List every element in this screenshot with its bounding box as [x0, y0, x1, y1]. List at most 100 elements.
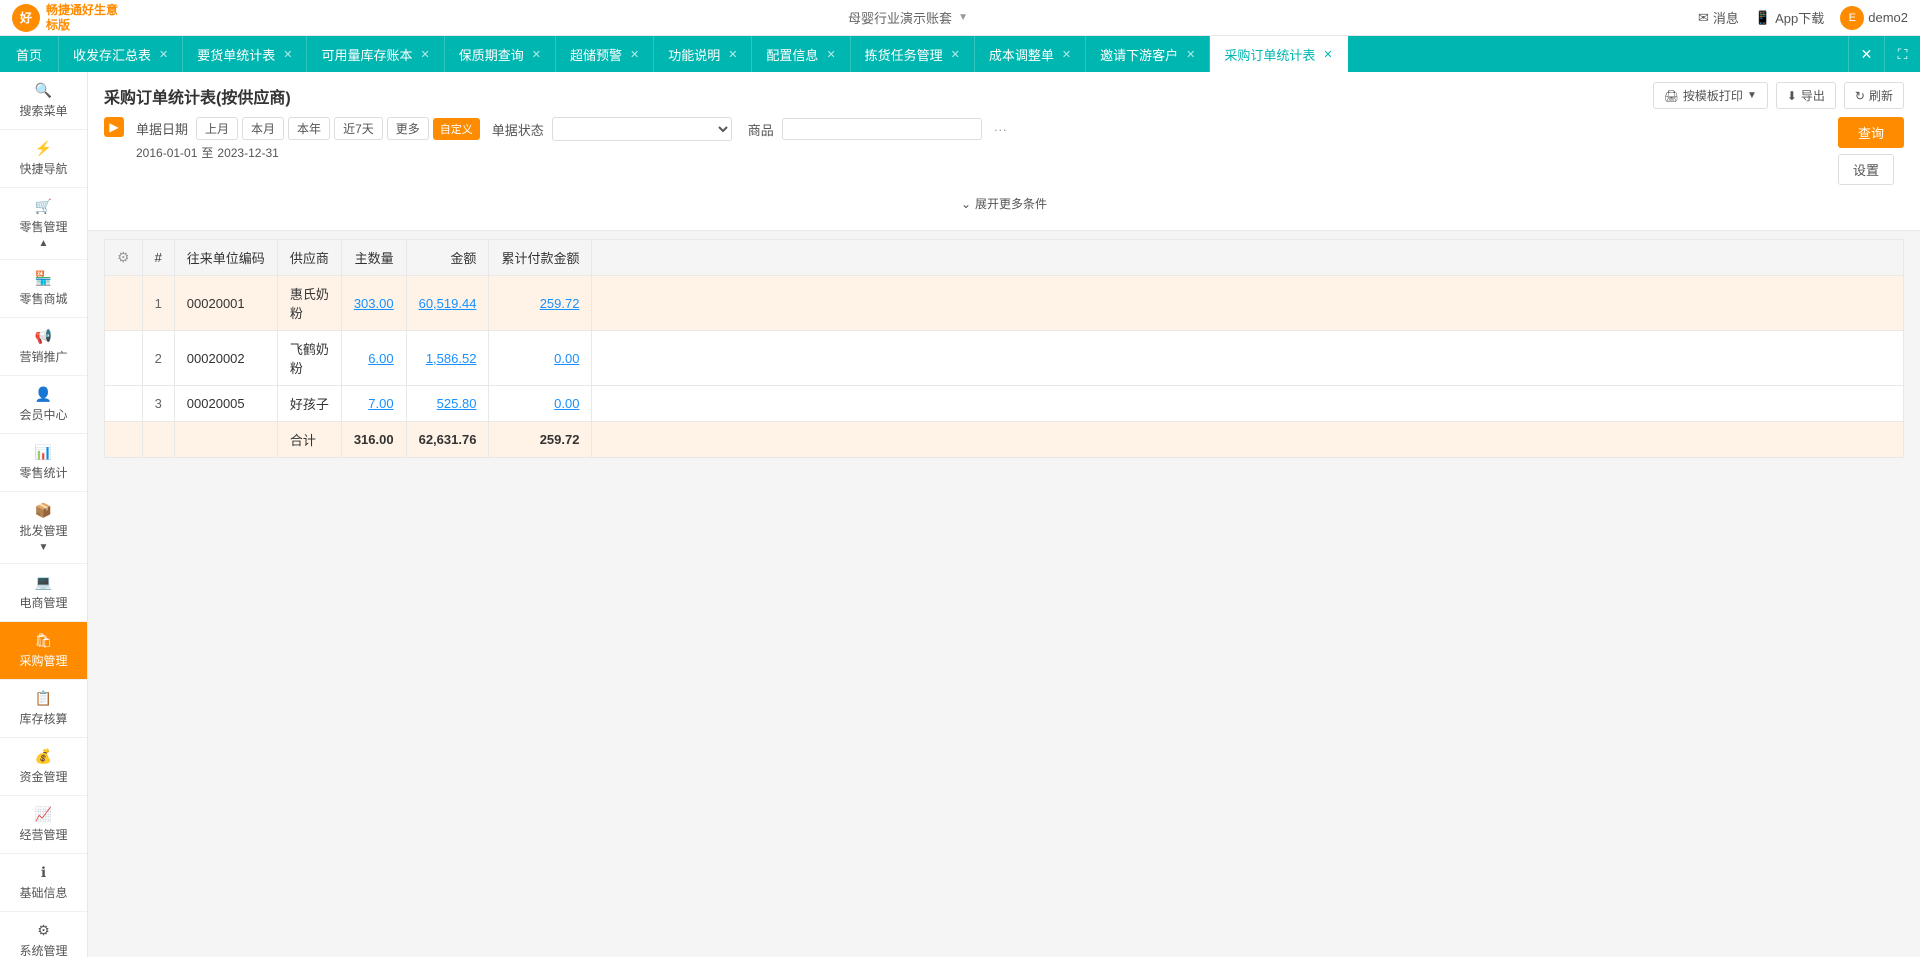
tab-yaohuo[interactable]: 要货单统计表 ✕ [183, 36, 307, 72]
filter-goods-label: 商品 [748, 120, 774, 139]
tab-shoufacun[interactable]: 收发存汇总表 ✕ [59, 36, 183, 72]
app-download-button[interactable]: 📱 App下载 [1755, 8, 1824, 27]
retail-mgmt-icon: 🛒 [35, 198, 52, 215]
sidebar-item-member[interactable]: 👤 会员中心 [0, 376, 87, 434]
workspace-dropdown-icon[interactable]: ▼ [958, 12, 968, 23]
tab-caigou-active[interactable]: 采购订单统计表 ✕ [1210, 36, 1347, 72]
tab-chengben-close[interactable]: ✕ [1062, 48, 1071, 61]
sidebar-item-retail-mgmt[interactable]: 🛒 零售管理 ▲ [0, 188, 87, 260]
row-qty[interactable]: 7.00 [341, 386, 406, 422]
close-tab-button[interactable]: ✕ [1848, 36, 1884, 72]
tab-keyongliang[interactable]: 可用量库存账本 ✕ [307, 36, 444, 72]
user-menu[interactable]: E demo2 [1840, 6, 1908, 30]
row-amount[interactable]: 1,586.52 [406, 331, 489, 386]
filter-goods-input[interactable] [782, 118, 982, 140]
tab-yaoqing-close[interactable]: ✕ [1186, 48, 1195, 61]
workspace-label: 母婴行业演示账套 [848, 8, 952, 27]
tab-peizhi-close[interactable]: ✕ [826, 48, 835, 61]
date-btn-more[interactable]: 更多 [387, 117, 429, 140]
refresh-button[interactable]: ↻ 刷新 [1844, 82, 1904, 109]
sidebar-member-label: 会员中心 [19, 406, 67, 423]
tab-chaochu[interactable]: 超储预警 ✕ [556, 36, 654, 72]
table-settings-icon[interactable]: ⚙ [117, 249, 130, 265]
sidebar-item-basic-info[interactable]: ℹ 基础信息 [0, 854, 87, 912]
wholesale-icon: 📦 [35, 502, 52, 519]
tab-chengben-label: 成本调整单 [989, 45, 1054, 64]
sidebar-item-inventory[interactable]: 📋 库存核算 [0, 680, 87, 738]
tab-baozhi[interactable]: 保质期查询 ✕ [445, 36, 556, 72]
filter-status-item: 单据状态 [492, 117, 732, 141]
sidebar-item-quicknav[interactable]: ⚡ 快捷导航 [0, 130, 87, 188]
tab-chengben[interactable]: 成本调整单 ✕ [975, 36, 1086, 72]
tab-caigou-close[interactable]: ✕ [1323, 48, 1332, 61]
tab-gongneng-close[interactable]: ✕ [728, 48, 737, 61]
tab-peizhi[interactable]: 配置信息 ✕ [752, 36, 850, 72]
filter-goods-item: 商品 ··· [748, 118, 1011, 140]
tab-yaohuo-close[interactable]: ✕ [283, 48, 292, 61]
date-separator: 至 [201, 144, 213, 161]
row-paid[interactable]: 0.00 [489, 386, 592, 422]
maximize-tab-button[interactable]: ⛶ [1884, 36, 1920, 72]
tab-home-label: 首页 [16, 45, 42, 64]
expand-more-button[interactable]: ⌄ 展开更多条件 [955, 189, 1053, 218]
sidebar-item-finance[interactable]: 💰 资金管理 [0, 738, 87, 796]
row-amount[interactable]: 60,519.44 [406, 276, 489, 331]
tab-jianhuo[interactable]: 拣货任务管理 ✕ [851, 36, 975, 72]
tab-keyongliang-close[interactable]: ✕ [421, 48, 430, 61]
sidebar-finance-label: 资金管理 [19, 768, 67, 785]
tab-jianhuo-close[interactable]: ✕ [951, 48, 960, 61]
sidebar-item-purchase[interactable]: 🛍 采购管理 [0, 622, 87, 680]
date-btn-last-month[interactable]: 上月 [196, 117, 238, 140]
finance-icon: 💰 [35, 748, 52, 765]
workspace-selector[interactable]: 母婴行业演示账套 ▼ [848, 8, 968, 27]
tab-yaoqing[interactable]: 邀请下游客户 ✕ [1086, 36, 1210, 72]
sidebar-item-marketing[interactable]: 📢 营销推广 [0, 318, 87, 376]
row-code: 00020002 [174, 331, 277, 386]
sidebar-item-retail-shop[interactable]: 🏪 零售商城 [0, 260, 87, 318]
row-amount[interactable]: 525.80 [406, 386, 489, 422]
date-range: 2016-01-01 至 2023-12-31 [136, 144, 480, 161]
row-qty[interactable]: 303.00 [341, 276, 406, 331]
sidebar-item-search[interactable]: 🔍 搜索菜单 [0, 72, 87, 130]
template-dropdown-icon: ▼ [1747, 90, 1757, 101]
message-icon: ✉ [1698, 10, 1709, 26]
export-button[interactable]: ⬇ 导出 [1776, 82, 1836, 109]
tab-chaochu-close[interactable]: ✕ [630, 48, 639, 61]
th-index: # [142, 240, 174, 276]
toggle-filter-button[interactable]: ▶ [104, 117, 124, 137]
date-btn-this-year[interactable]: 本年 [288, 117, 330, 140]
settings-button[interactable]: 设置 [1838, 154, 1894, 185]
page-title: 采购订单统计表(按供应商) [104, 84, 291, 108]
message-button[interactable]: ✉ 消息 [1698, 8, 1739, 27]
tab-baozhi-close[interactable]: ✕ [532, 48, 541, 61]
row-paid[interactable]: 259.72 [489, 276, 592, 331]
th-paid: 累计付款金额 [489, 240, 592, 276]
date-btn-this-month[interactable]: 本月 [242, 117, 284, 140]
row-paid[interactable]: 0.00 [489, 331, 592, 386]
row-gear [105, 331, 143, 386]
tab-yaoqing-label: 邀请下游客户 [1100, 45, 1178, 64]
sidebar-item-ecom[interactable]: 💻 电商管理 [0, 564, 87, 622]
sidebar-item-retail-stats[interactable]: 📊 零售统计 [0, 434, 87, 492]
th-gear: ⚙ [105, 240, 143, 276]
sidebar-retail-stats-label: 零售统计 [19, 464, 67, 481]
template-print-button[interactable]: 🖨 按模板打印 ▼ [1653, 82, 1768, 109]
tab-shoufacun-close[interactable]: ✕ [159, 48, 168, 61]
tab-home[interactable]: 首页 [0, 36, 59, 72]
sidebar: 🔍 搜索菜单 ⚡ 快捷导航 🛒 零售管理 ▲ 🏪 零售商城 📢 营销推广 👤 会… [0, 72, 88, 957]
sidebar-item-operations[interactable]: 📈 经营管理 [0, 796, 87, 854]
row-qty[interactable]: 6.00 [341, 331, 406, 386]
row-index: 3 [142, 386, 174, 422]
quicknav-icon: ⚡ [35, 140, 52, 157]
date-btn-custom[interactable]: 自定义 [433, 118, 480, 140]
sidebar-item-wholesale[interactable]: 📦 批发管理 ▼ [0, 492, 87, 564]
filter-status-select[interactable] [552, 117, 732, 141]
tab-gongneng[interactable]: 功能说明 ✕ [654, 36, 752, 72]
footer-index-cell [142, 422, 174, 458]
row-index: 1 [142, 276, 174, 331]
query-button[interactable]: 查询 [1838, 117, 1904, 148]
th-amount: 金额 [406, 240, 489, 276]
filter-goods-more[interactable]: ··· [990, 122, 1011, 137]
sidebar-item-system[interactable]: ⚙ 系统管理 [0, 912, 87, 957]
date-btn-7days[interactable]: 近7天 [334, 117, 383, 140]
